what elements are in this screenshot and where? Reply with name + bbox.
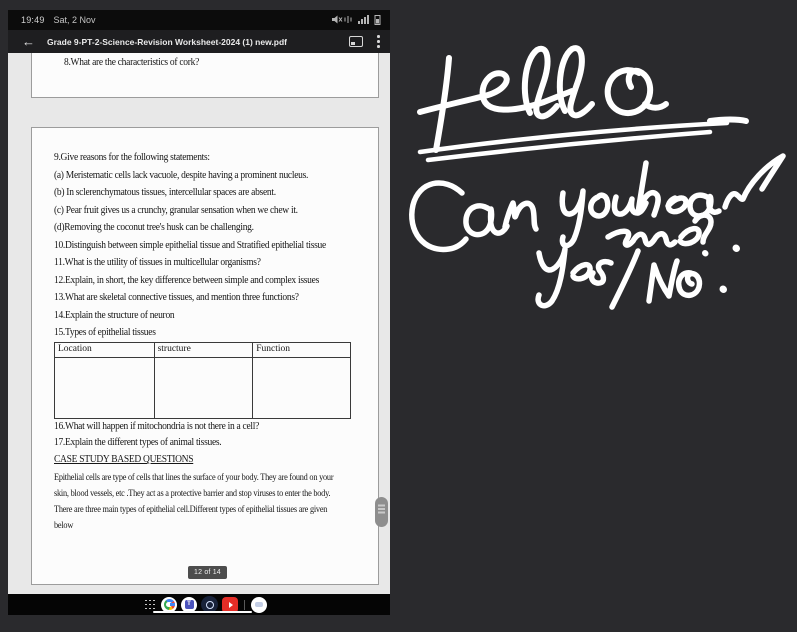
mute-icon <box>332 15 343 24</box>
handwriting-hello <box>417 45 669 153</box>
pdf-viewer-toolbar: ← Grade 9-PT-2-Science-Revision Workshee… <box>8 30 390 53</box>
table-header-structure: structure <box>153 342 254 358</box>
gesture-bar[interactable] <box>153 610 252 613</box>
pdf-text-line: 14.Explain the structure of neuron <box>54 309 175 321</box>
case-study-heading: CASE STUDY BASED QUESTIONS <box>54 454 194 465</box>
pdf-text-line: 11.What is the utility of tissues in mul… <box>54 257 261 268</box>
pdf-page-previous: 8.What are the characteristics of cork? <box>31 53 379 98</box>
handwriting-can-you-hear <box>409 153 786 253</box>
pdf-text-line: below <box>54 520 74 530</box>
dock-divider <box>244 599 245 610</box>
back-button[interactable]: ← <box>22 35 35 48</box>
screen: 19:49 Sat, 2 Nov ← Grade 9-PT-2-Science-… <box>0 0 797 632</box>
pdf-text-line: (c) Pear fruit gives us a crunchy, granu… <box>54 204 298 216</box>
overflow-menu-icon[interactable] <box>377 35 380 48</box>
handwriting-hello-underline <box>417 116 749 163</box>
pdf-text-line: 12.Explain, in short, the key difference… <box>54 274 319 286</box>
pdf-page-current: 9.Give reasons for the following stateme… <box>31 127 379 585</box>
handwriting-me <box>605 212 740 257</box>
recent-app-icon[interactable] <box>251 596 267 613</box>
status-bar: 19:49 Sat, 2 Nov <box>8 10 390 30</box>
status-time: 19:49 <box>21 15 45 25</box>
pdf-text-line: 13.What are skeletal connective tissues,… <box>54 292 299 303</box>
tablet-screenshot: 19:49 Sat, 2 Nov ← Grade 9-PT-2-Science-… <box>8 10 390 615</box>
table-cell-empty <box>153 357 254 419</box>
pdf-text-line: 15.Types of epithelial tissues <box>54 327 156 338</box>
picture-in-picture-icon[interactable] <box>349 36 363 47</box>
epithelial-tissues-table: Location structure Function <box>54 342 351 419</box>
pdf-viewer[interactable]: 8.What are the characteristics of cork? … <box>8 53 390 594</box>
document-title: Grade 9-PT-2-Science-Revision Worksheet-… <box>47 36 287 47</box>
pdf-text-line: (d)Removing the coconut tree's husk can … <box>54 222 254 233</box>
status-date: Sat, 2 Nov <box>53 15 96 25</box>
pdf-text-line: 9.Give reasons for the following stateme… <box>54 152 210 163</box>
taskbar: T <box>8 594 390 615</box>
pdf-text-line: 8.What are the characteristics of cork? <box>64 57 200 68</box>
app-drawer-icon[interactable] <box>145 599 155 610</box>
pdf-text-line: Epithelial cells are type of cells that … <box>54 472 334 482</box>
pdf-text-line: 17.Explain the different types of animal… <box>54 437 222 448</box>
pdf-text-line: 10.Distinguish between simple epithelial… <box>54 239 326 251</box>
page-indicator: 12 of 14 <box>188 566 227 579</box>
scrollbar-handle[interactable] <box>375 497 388 527</box>
signal-icon <box>358 15 369 24</box>
status-icons <box>331 14 383 26</box>
drawing-canvas[interactable] <box>392 0 797 632</box>
battery-icon <box>374 15 381 25</box>
pdf-text-line: There are three main types of epithelial… <box>54 504 328 514</box>
pdf-text-line: (b) In sclerenchymatous tissues, interce… <box>54 187 276 198</box>
vibrate-icon <box>344 16 352 23</box>
pdf-text-line: (a) Meristematic cells lack vacuole, des… <box>54 169 309 181</box>
pdf-text-line: 16.What will happen if mitochondria is n… <box>54 421 260 432</box>
pdf-text-line: skin, blood vessels, etc .They act as a … <box>54 488 331 498</box>
table-cell-empty <box>252 357 351 419</box>
table-header-location: Location <box>54 342 155 358</box>
table-header-function: Function <box>252 342 351 358</box>
handwriting-yes-no <box>535 246 727 310</box>
table-cell-empty <box>54 357 155 419</box>
